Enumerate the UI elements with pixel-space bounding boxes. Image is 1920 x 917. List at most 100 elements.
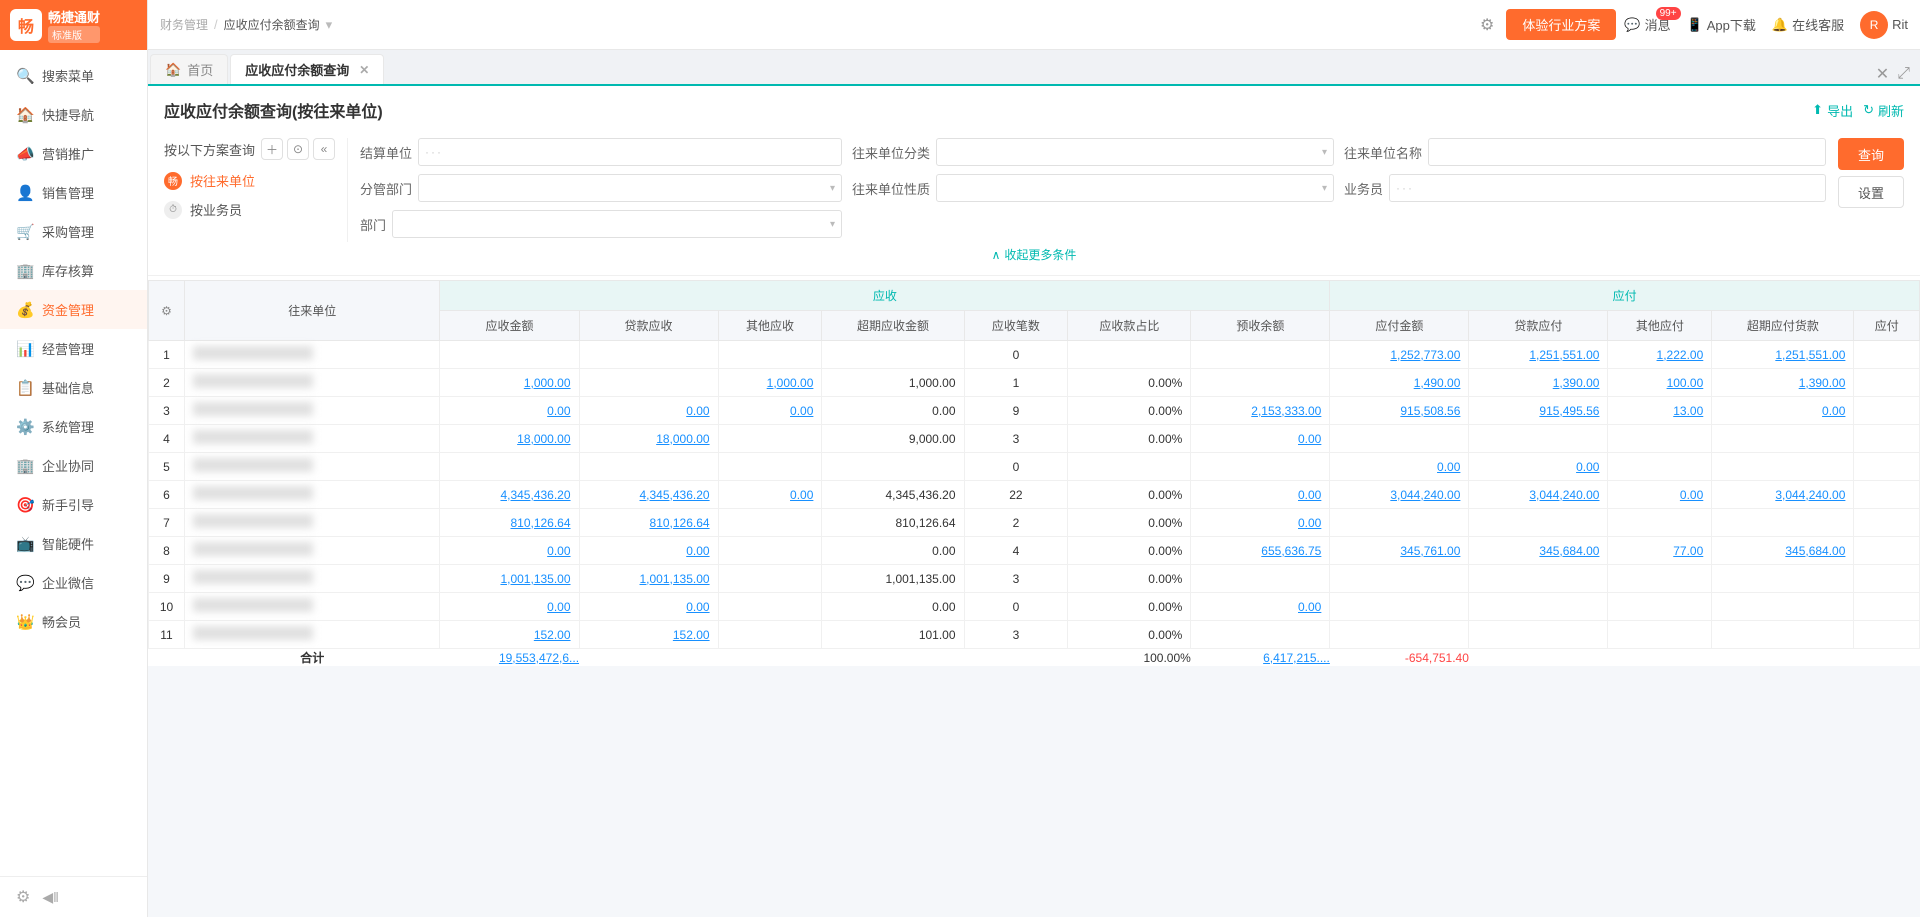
tab-home[interactable]: 🏠 首页 xyxy=(150,54,228,84)
export-button[interactable]: ⬆ 导出 xyxy=(1812,101,1853,120)
table-cell[interactable]: 1,390.00 xyxy=(1469,369,1608,397)
tab-ar-ap-query[interactable]: 应收应付余额查询 ✕ xyxy=(230,54,384,84)
table-cell[interactable]: 0.00 xyxy=(1608,481,1712,509)
sidebar-item-hardware[interactable]: 📺 智能硬件 xyxy=(0,524,147,563)
sidebar-item-wechat[interactable]: 💬 企业微信 xyxy=(0,563,147,602)
table-cell[interactable]: 18,000.00 xyxy=(579,425,718,453)
table-cell[interactable]: 345,684.00 xyxy=(1469,537,1608,565)
table-cell[interactable]: 0.00 xyxy=(579,397,718,425)
total-no xyxy=(149,649,185,667)
close-window-icon[interactable]: ✕ xyxy=(1876,64,1889,84)
table-cell[interactable]: 345,684.00 xyxy=(1712,537,1854,565)
table-cell[interactable]: 1,390.00 xyxy=(1712,369,1854,397)
table-cell[interactable]: 810,126.64 xyxy=(440,509,579,537)
table-cell[interactable]: 0.00 xyxy=(1712,397,1854,425)
table-cell[interactable]: 915,495.56 xyxy=(1469,397,1608,425)
sidebar-item-member[interactable]: 👑 畅会员 xyxy=(0,602,147,641)
sidebar-item-enterprise[interactable]: 🏢 企业协同 xyxy=(0,446,147,485)
settings-footer-icon[interactable]: ⚙ xyxy=(16,887,30,907)
table-cell[interactable]: 0.00 xyxy=(579,593,718,621)
gear-icon[interactable]: ⚙ xyxy=(1476,11,1498,39)
table-cell xyxy=(822,453,964,481)
unit-name-cell xyxy=(185,397,440,425)
add-scheme-icon[interactable]: ＋ xyxy=(261,138,283,160)
table-cell[interactable]: 915,508.56 xyxy=(1330,397,1469,425)
table-cell[interactable]: 1,000.00 xyxy=(718,369,822,397)
sidebar-item-quick-nav[interactable]: 🏠 快捷导航 xyxy=(0,95,147,134)
table-cell[interactable]: 1,001,135.00 xyxy=(440,565,579,593)
table-cell[interactable]: 0.00 xyxy=(440,397,579,425)
online-service-button[interactable]: 🔔 在线客服 xyxy=(1772,15,1844,34)
table-cell[interactable]: 18,000.00 xyxy=(440,425,579,453)
maximize-window-icon[interactable]: ⤢ xyxy=(1897,65,1910,83)
table-cell[interactable]: 0.00 xyxy=(1330,453,1469,481)
table-cell[interactable]: 1,252,773.00 xyxy=(1330,341,1469,369)
user-menu[interactable]: R Rit xyxy=(1860,11,1908,39)
table-cell[interactable]: 1,001,135.00 xyxy=(579,565,718,593)
table-cell[interactable]: 152.00 xyxy=(579,621,718,649)
unit-nature-input[interactable]: ▾ xyxy=(936,174,1334,202)
scheme-by-unit[interactable]: 畅 按往来单位 xyxy=(164,168,335,193)
table-cell[interactable]: 1,251,551.00 xyxy=(1469,341,1608,369)
table-cell[interactable]: 13.00 xyxy=(1608,397,1712,425)
messages-button[interactable]: 💬 消息 99+ xyxy=(1624,15,1670,34)
table-cell[interactable]: 0.00 xyxy=(718,397,822,425)
unit-category-input[interactable]: ▾ xyxy=(936,138,1334,166)
sidebar-item-system[interactable]: ⚙️ 系统管理 xyxy=(0,407,147,446)
sidebar-item-inventory[interactable]: 🏢 库存核算 xyxy=(0,251,147,290)
table-cell[interactable]: 0.00 xyxy=(1191,509,1330,537)
table-cell[interactable]: 4,345,436.20 xyxy=(579,481,718,509)
table-cell[interactable]: 100.00 xyxy=(1608,369,1712,397)
scheme-settings-icon[interactable]: ⊙ xyxy=(287,138,309,160)
table-cell[interactable]: 810,126.64 xyxy=(579,509,718,537)
unit-name-input[interactable] xyxy=(1428,138,1826,166)
table-cell[interactable]: 1,000.00 xyxy=(440,369,579,397)
try-solution-button[interactable]: 体验行业方案 xyxy=(1506,9,1616,40)
table-cell[interactable]: 77.00 xyxy=(1608,537,1712,565)
table-cell[interactable]: 0.00 xyxy=(718,481,822,509)
sidebar-item-marketing[interactable]: 📣 营销推广 xyxy=(0,134,147,173)
wechat-icon: 💬 xyxy=(16,574,34,592)
query-button[interactable]: 查询 xyxy=(1838,138,1904,170)
sidebar-item-sales[interactable]: 👤 销售管理 xyxy=(0,173,147,212)
table-cell[interactable]: 1,490.00 xyxy=(1330,369,1469,397)
settings-button[interactable]: 设置 xyxy=(1838,176,1904,208)
refresh-button[interactable]: ↻ 刷新 xyxy=(1863,101,1904,120)
collapse-filter-button[interactable]: ∧ 收起更多条件 xyxy=(164,242,1904,267)
table-cell[interactable]: 1,251,551.00 xyxy=(1712,341,1854,369)
table-cell[interactable]: 0.00 xyxy=(1191,481,1330,509)
member-icon: 👑 xyxy=(16,613,34,631)
table-cell[interactable]: 3,044,240.00 xyxy=(1330,481,1469,509)
sidebar-item-finance[interactable]: 💰 资金管理 xyxy=(0,290,147,329)
table-cell[interactable]: 4,345,436.20 xyxy=(440,481,579,509)
table-cell[interactable]: 655,636.75 xyxy=(1191,537,1330,565)
sidebar-item-basic-info[interactable]: 📋 基础信息 xyxy=(0,368,147,407)
table-cell[interactable]: 152.00 xyxy=(440,621,579,649)
table-cell[interactable]: 0.00 xyxy=(440,593,579,621)
table-cell[interactable]: 0.00 xyxy=(1191,425,1330,453)
sidebar-item-operations[interactable]: 📊 经营管理 xyxy=(0,329,147,368)
table-cell[interactable]: 0.00 xyxy=(440,537,579,565)
salesperson-input[interactable]: ··· xyxy=(1389,174,1826,202)
scheme-collapse-icon[interactable]: « xyxy=(313,138,335,160)
scheme-by-staff[interactable]: ⏱ 按业务员 xyxy=(164,197,335,222)
table-cell[interactable]: 0.00 xyxy=(579,537,718,565)
close-tab-icon[interactable]: ✕ xyxy=(359,63,369,77)
breadcrumb-arrow-icon[interactable]: ▾ xyxy=(326,17,333,33)
managing-dept-input[interactable]: ▾ xyxy=(418,174,842,202)
table-cell[interactable]: 1,222.00 xyxy=(1608,341,1712,369)
table-cell[interactable]: 0.00 xyxy=(1469,453,1608,481)
table-cell[interactable]: 3,044,240.00 xyxy=(1712,481,1854,509)
department-input[interactable]: ▾ xyxy=(392,210,842,238)
sidebar-item-guide[interactable]: 🎯 新手引导 xyxy=(0,485,147,524)
table-settings-icon[interactable]: ⚙ xyxy=(161,304,172,318)
table-cell[interactable]: 3,044,240.00 xyxy=(1469,481,1608,509)
table-cell[interactable]: 2,153,333.00 xyxy=(1191,397,1330,425)
table-cell[interactable]: 0.00 xyxy=(1191,593,1330,621)
table-cell[interactable]: 345,761.00 xyxy=(1330,537,1469,565)
app-download-button[interactable]: 📱 App下载 xyxy=(1687,15,1756,34)
settlement-unit-input[interactable]: ··· xyxy=(418,138,842,166)
sidebar-item-search-menu[interactable]: 🔍 搜索菜单 xyxy=(0,56,147,95)
sidebar-item-purchase[interactable]: 🛒 采购管理 xyxy=(0,212,147,251)
collapse-sidebar-icon[interactable]: ◀‖ xyxy=(42,889,59,906)
